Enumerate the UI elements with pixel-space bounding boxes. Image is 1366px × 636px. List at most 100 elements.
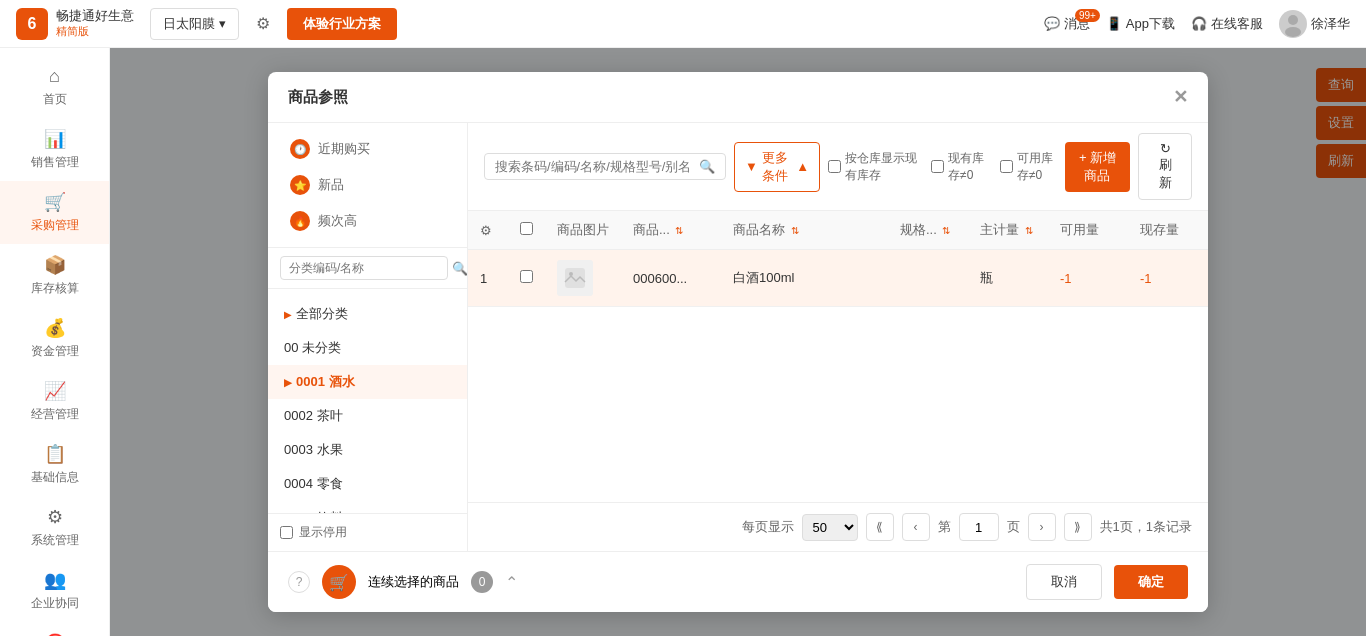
continue-select-label: 连续选择的商品 bbox=[368, 573, 459, 591]
select-all-checkbox[interactable] bbox=[520, 222, 533, 235]
new-product-icon: ⭐ bbox=[290, 175, 310, 195]
category-label: 0004 零食 bbox=[284, 476, 343, 491]
help-button[interactable]: ? bbox=[288, 571, 310, 593]
sidebar-item-basics[interactable]: 📋 基础信息 bbox=[0, 433, 109, 496]
store-selector[interactable]: 日太阳膜 ▾ bbox=[150, 8, 239, 40]
refresh-button[interactable]: ↻ 刷新 bbox=[1138, 133, 1192, 200]
filter-icon: ▼ bbox=[745, 159, 758, 174]
message-badge: 99+ bbox=[1075, 9, 1100, 22]
show-disabled-checkbox[interactable] bbox=[280, 526, 293, 539]
col-spec-label: 规格... bbox=[900, 222, 937, 237]
modal-overlay: 商品参照 ✕ 🕐 近期购买 ⭐ 新品 bbox=[110, 48, 1366, 636]
add-product-button[interactable]: + 新增商品 bbox=[1065, 142, 1130, 192]
page-next-button[interactable]: › bbox=[1028, 513, 1056, 541]
sidebar-item-collab[interactable]: 👥 企业协同 bbox=[0, 559, 109, 622]
inventory-icon: 📦 bbox=[44, 254, 66, 276]
settings-icon[interactable]: ⚙ bbox=[480, 223, 492, 238]
show-disabled-label: 显示停用 bbox=[299, 524, 347, 541]
warehouse-stock-checkbox[interactable] bbox=[828, 160, 841, 173]
col-unit-label: 主计量 bbox=[980, 222, 1019, 237]
cancel-button[interactable]: 取消 bbox=[1026, 564, 1102, 600]
sidebar-label-home: 首页 bbox=[43, 91, 67, 108]
sidebar-item-finance[interactable]: 💰 资金管理 bbox=[0, 307, 109, 370]
high-freq-icon: 🔥 bbox=[290, 211, 310, 231]
page-label: 第 bbox=[938, 518, 951, 536]
sidebar-label-system: 系统管理 bbox=[31, 532, 79, 549]
category-search-icon[interactable]: 🔍 bbox=[452, 261, 468, 276]
category-label: 0002 茶叶 bbox=[284, 408, 343, 423]
tab-new-products[interactable]: ⭐ 新品 bbox=[280, 167, 455, 203]
recent-label: 近期购买 bbox=[318, 140, 370, 158]
col-code-label: 商品... bbox=[633, 222, 670, 237]
page-last-button[interactable]: ⟫ bbox=[1064, 513, 1092, 541]
modal-close-button[interactable]: ✕ bbox=[1173, 86, 1188, 108]
pagination-bar: 每页显示 50 100 200 ⟪ ‹ 第 页 › bbox=[468, 502, 1208, 551]
page-first-button[interactable]: ⟪ bbox=[866, 513, 894, 541]
current-stock-checkbox[interactable] bbox=[931, 160, 944, 173]
category-search-input[interactable] bbox=[280, 256, 448, 280]
user-profile-button[interactable]: 徐泽华 bbox=[1279, 10, 1350, 38]
sidebar-item-home[interactable]: ⌂ 首页 bbox=[0, 56, 109, 118]
page-number-input[interactable] bbox=[959, 513, 999, 541]
filter-checkboxes: 按仓库显示现有库存 现有库存≠0 可用库存≠0 bbox=[828, 150, 1057, 184]
category-item-all[interactable]: ▶ 全部分类 bbox=[268, 297, 467, 331]
new-product-label: 新品 bbox=[318, 176, 344, 194]
col-code-header[interactable]: 商品... ⇅ bbox=[621, 211, 721, 250]
arrow-icon: ▶ bbox=[284, 377, 292, 388]
category-item-snack[interactable]: 0004 零食 bbox=[268, 467, 467, 501]
sidebar-item-operations[interactable]: 📈 经营管理 bbox=[0, 370, 109, 433]
main-content: 查询 设置 刷新 商品参照 ✕ 🕐 近期购买 bbox=[110, 48, 1366, 636]
tab-high-frequency[interactable]: 🔥 频次高 bbox=[280, 203, 455, 239]
gear-icon[interactable]: ⚙ bbox=[247, 8, 279, 40]
product-reference-modal: 商品参照 ✕ 🕐 近期购买 ⭐ 新品 bbox=[268, 72, 1208, 612]
row-stock: -1 bbox=[1128, 250, 1208, 307]
col-name-header[interactable]: 商品名称 ⇅ bbox=[721, 211, 888, 250]
sidebar-item-system[interactable]: ⚙ 系统管理 bbox=[0, 496, 109, 559]
chevron-down-icon: ▾ bbox=[219, 16, 226, 31]
checkbox-available-ne0[interactable]: 可用库存≠0 bbox=[1000, 150, 1057, 184]
app-download-button[interactable]: 📱 App下载 bbox=[1106, 15, 1175, 33]
row-checkbox[interactable] bbox=[520, 270, 533, 283]
sidebar-label-basics: 基础信息 bbox=[31, 469, 79, 486]
table-row[interactable]: 1 bbox=[468, 250, 1208, 307]
category-item-liquor[interactable]: ▶ 0001 酒水 bbox=[268, 365, 467, 399]
col-stock-header: 现存量 bbox=[1128, 211, 1208, 250]
category-item-beverage[interactable]: 0005 饮料 bbox=[268, 501, 467, 513]
main-layout: ⌂ 首页 📊 销售管理 🛒 采购管理 📦 库存核算 💰 资金管理 📈 经营管理 … bbox=[0, 48, 1366, 636]
checkbox-warehouse-stock[interactable]: 按仓库显示现有库存 bbox=[828, 150, 919, 184]
tab-recent-purchase[interactable]: 🕐 近期购买 bbox=[280, 131, 455, 167]
available-stock-checkbox[interactable] bbox=[1000, 160, 1013, 173]
table-header-row: ⚙ 商品图片 商品... ⇅ bbox=[468, 211, 1208, 250]
online-service-button[interactable]: 🎧 在线客服 bbox=[1191, 15, 1263, 33]
action-left: ? 🛒 连续选择的商品 0 ⌃ bbox=[288, 565, 1014, 599]
svg-point-0 bbox=[1288, 15, 1298, 25]
sort-code-icon: ⇅ bbox=[675, 225, 683, 236]
category-item-unclassified[interactable]: 00 未分类 bbox=[268, 331, 467, 365]
cart-button[interactable]: 🛒 bbox=[322, 565, 356, 599]
collapse-arrow-icon[interactable]: ⌃ bbox=[505, 573, 518, 592]
sidebar-item-sales[interactable]: 📊 销售管理 bbox=[0, 118, 109, 181]
message-icon: 💬 bbox=[1044, 16, 1060, 31]
col-spec-header[interactable]: 规格... ⇅ bbox=[888, 211, 968, 250]
sidebar-item-inventory[interactable]: 📦 库存核算 bbox=[0, 244, 109, 307]
product-search-input[interactable] bbox=[495, 159, 695, 174]
quick-select-tabs: 🕐 近期购买 ⭐ 新品 🔥 频次高 bbox=[268, 123, 467, 248]
category-item-tea[interactable]: 0002 茶叶 bbox=[268, 399, 467, 433]
svg-point-1 bbox=[1285, 27, 1301, 37]
filter-button[interactable]: ▼ 更多条件 ▲ bbox=[734, 142, 820, 192]
row-check[interactable] bbox=[508, 250, 545, 307]
product-search-bar[interactable]: 🔍 bbox=[484, 153, 726, 180]
page-prev-button[interactable]: ‹ bbox=[902, 513, 930, 541]
per-page-select[interactable]: 50 100 200 bbox=[802, 514, 858, 541]
cta-button[interactable]: 体验行业方案 bbox=[287, 8, 397, 40]
sort-name-icon: ⇅ bbox=[791, 225, 799, 236]
col-unit-header[interactable]: 主计量 ⇅ bbox=[968, 211, 1048, 250]
category-item-fruit[interactable]: 0003 水果 bbox=[268, 433, 467, 467]
checkbox-current-ne0[interactable]: 现有库存≠0 bbox=[931, 150, 988, 184]
avatar bbox=[1279, 10, 1307, 38]
confirm-button[interactable]: 确定 bbox=[1114, 565, 1188, 599]
messages-button[interactable]: 💬 消息 99+ bbox=[1044, 15, 1090, 33]
sidebar-item-guide[interactable]: 🎯 新手引导 bbox=[0, 622, 109, 636]
sidebar-item-purchase[interactable]: 🛒 采购管理 bbox=[0, 181, 109, 244]
page-total-info: 共1页，1条记录 bbox=[1100, 518, 1192, 536]
